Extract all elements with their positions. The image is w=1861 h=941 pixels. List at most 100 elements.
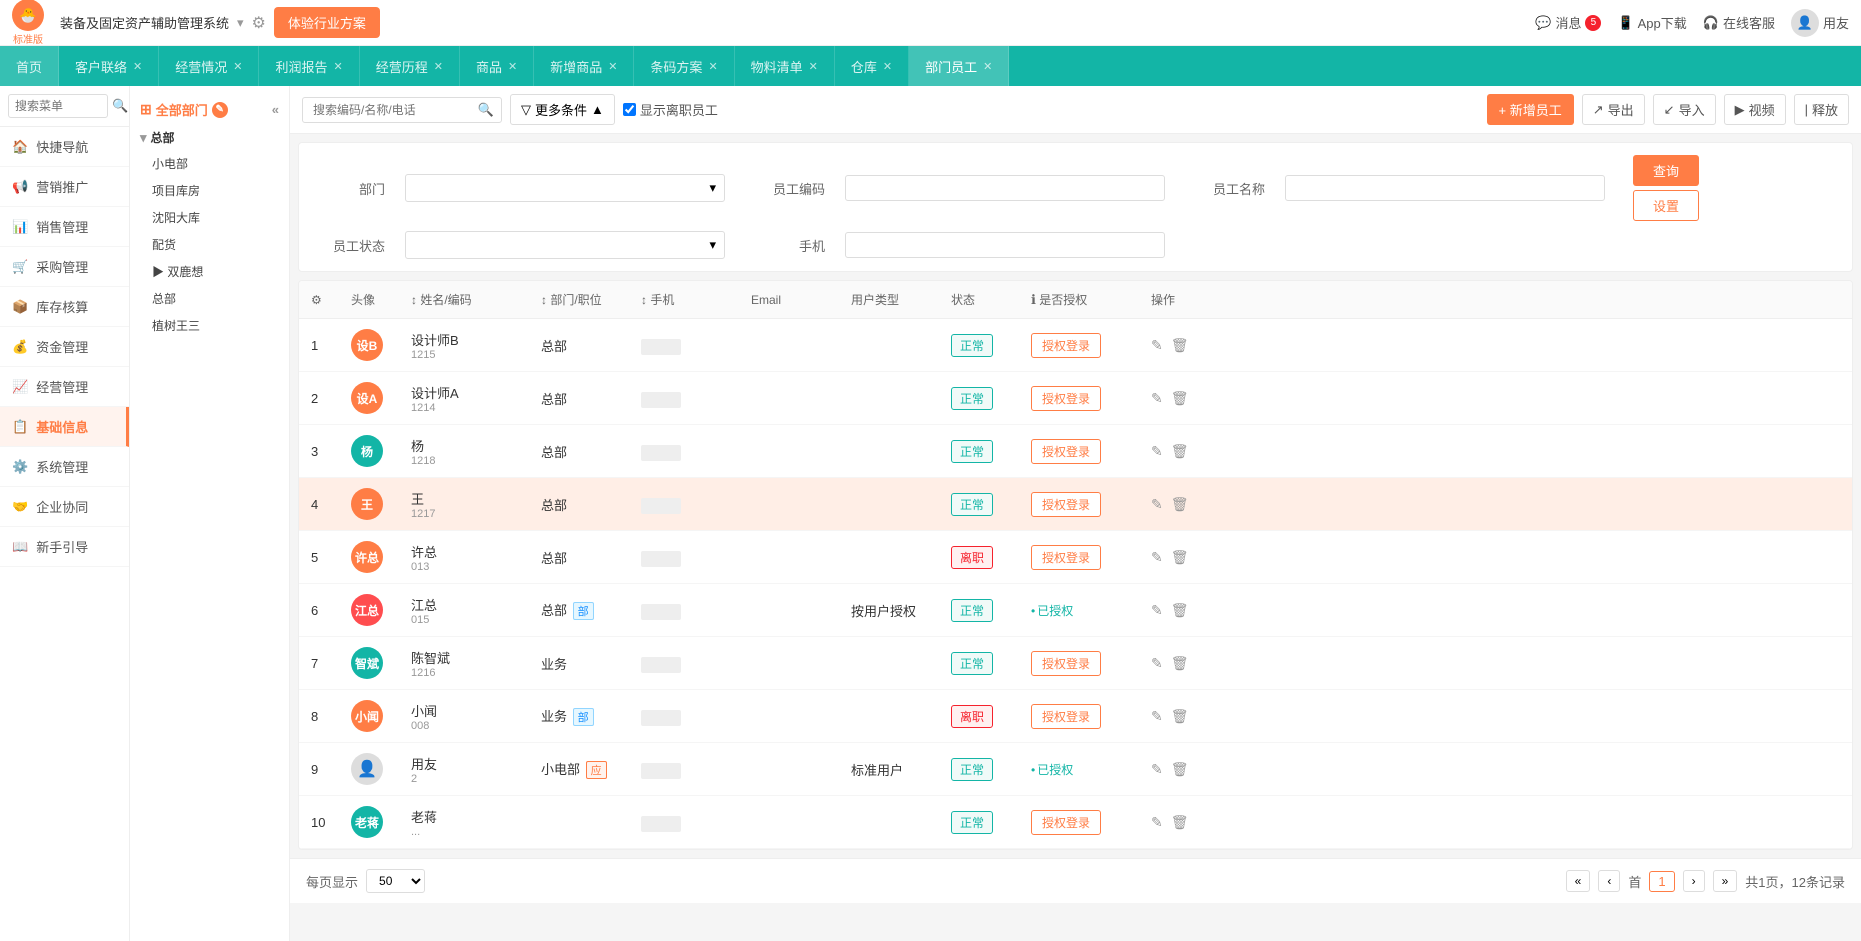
authorize-btn[interactable]: 授权登录 bbox=[1031, 439, 1101, 464]
collapse-panel-btn[interactable]: « bbox=[272, 102, 279, 117]
sidebar-item-finance[interactable]: 💰 资金管理 bbox=[0, 327, 129, 367]
tab-customer-close[interactable]: ✕ bbox=[133, 60, 142, 73]
employee-name-input[interactable] bbox=[1285, 175, 1605, 201]
delete-icon[interactable]: 🗑 bbox=[1171, 443, 1189, 460]
edit-icon[interactable]: ✎ bbox=[1151, 549, 1163, 566]
tab-profit[interactable]: 利润报告✕ bbox=[259, 46, 359, 86]
edit-icon[interactable]: ✎ bbox=[1151, 708, 1163, 725]
delete-icon[interactable]: 🗑 bbox=[1171, 390, 1189, 407]
th-name[interactable]: ↕ 姓名/编码 bbox=[399, 281, 529, 319]
sidebar-item-quick-nav[interactable]: 🏠 快捷导航 bbox=[0, 127, 129, 167]
phone-input[interactable] bbox=[845, 232, 1165, 258]
next-page-btn[interactable]: › bbox=[1683, 870, 1705, 892]
more-conditions-btn[interactable]: ▽ 更多条件 ▲ bbox=[510, 94, 615, 125]
show-resigned-label[interactable]: 显示离职员工 bbox=[623, 100, 718, 119]
tab-customer[interactable]: 客户联络✕ bbox=[59, 46, 159, 86]
sidebar-search-input[interactable] bbox=[8, 94, 108, 118]
delete-icon[interactable]: 🗑 bbox=[1171, 708, 1189, 725]
tab-barcode-close[interactable]: ✕ bbox=[708, 60, 717, 73]
tab-history[interactable]: 经营历程✕ bbox=[360, 46, 460, 86]
sidebar-item-purchase[interactable]: 🛒 采购管理 bbox=[0, 247, 129, 287]
tab-home[interactable]: 首页 bbox=[0, 46, 59, 86]
video-btn[interactable]: ▶ 视频 bbox=[1724, 94, 1786, 125]
edit-icon[interactable]: ✎ bbox=[1151, 814, 1163, 831]
dept-item-xiaodian[interactable]: 小电部 bbox=[130, 150, 289, 177]
tab-employees[interactable]: 部门员工✕ bbox=[909, 46, 1009, 86]
tab-warehouse[interactable]: 仓库✕ bbox=[835, 46, 909, 86]
page-size-select[interactable]: 50 20 100 bbox=[366, 869, 425, 893]
authorize-btn[interactable]: 授权登录 bbox=[1031, 492, 1101, 517]
sidebar-item-operations[interactable]: 📈 经营管理 bbox=[0, 367, 129, 407]
tab-warehouse-close[interactable]: ✕ bbox=[883, 60, 892, 73]
delete-icon[interactable]: 🗑 bbox=[1171, 655, 1189, 672]
last-page-btn[interactable]: » bbox=[1713, 870, 1738, 892]
tab-bom[interactable]: 物料清单✕ bbox=[735, 46, 835, 86]
dept-item-shuanglu[interactable]: ▶ 双鹿想 bbox=[130, 258, 289, 285]
delete-icon[interactable]: 🗑 bbox=[1171, 549, 1189, 566]
authorize-btn[interactable]: 授权登录 bbox=[1031, 704, 1101, 729]
online-service-item[interactable]: 🎧 在线客服 bbox=[1703, 13, 1775, 32]
dropdown-icon[interactable]: ▾ bbox=[237, 15, 244, 31]
current-page[interactable]: 1 bbox=[1649, 871, 1674, 892]
import-btn[interactable]: ↙ 导入 bbox=[1653, 94, 1716, 125]
tab-goods-close[interactable]: ✕ bbox=[508, 60, 517, 73]
edit-icon[interactable]: ✎ bbox=[1151, 390, 1163, 407]
tab-history-close[interactable]: ✕ bbox=[434, 60, 443, 73]
employee-code-input[interactable] bbox=[845, 175, 1165, 201]
dept-item-zongbu[interactable]: 总部 bbox=[130, 285, 289, 312]
authorize-btn[interactable]: 授权登录 bbox=[1031, 545, 1101, 570]
sidebar-item-basic-info[interactable]: 📋 基础信息 bbox=[0, 407, 129, 447]
edit-icon[interactable]: ✎ bbox=[1151, 337, 1163, 354]
tab-operation[interactable]: 经营情况✕ bbox=[159, 46, 259, 86]
app-download-item[interactable]: 📱 App下载 bbox=[1617, 13, 1686, 32]
employee-status-select[interactable]: ▾ bbox=[405, 231, 725, 259]
sidebar-item-inventory[interactable]: 📦 库存核算 bbox=[0, 287, 129, 327]
sidebar-item-guide[interactable]: 📖 新手引导 bbox=[0, 527, 129, 567]
edit-icon[interactable]: ✎ bbox=[1151, 761, 1163, 778]
prev-page-btn[interactable]: ‹ bbox=[1598, 870, 1620, 892]
tab-operation-close[interactable]: ✕ bbox=[233, 60, 242, 73]
authorize-btn[interactable]: 授权登录 bbox=[1031, 333, 1101, 358]
export-btn[interactable]: ↗ 导出 bbox=[1582, 94, 1645, 125]
delete-icon[interactable]: 🗑 bbox=[1171, 814, 1189, 831]
tab-goods[interactable]: 商品✕ bbox=[460, 46, 534, 86]
edit-icon[interactable]: ✎ bbox=[1151, 655, 1163, 672]
sidebar-item-system[interactable]: ⚙️ 系统管理 bbox=[0, 447, 129, 487]
authorize-btn[interactable]: 授权登录 bbox=[1031, 651, 1101, 676]
trial-button[interactable]: 体验行业方案 bbox=[274, 7, 380, 38]
delete-icon[interactable]: 🗑 bbox=[1171, 761, 1189, 778]
sidebar-item-sales[interactable]: 📊 销售管理 bbox=[0, 207, 129, 247]
edit-dept-icon[interactable]: ✎ bbox=[212, 102, 228, 118]
th-dept[interactable]: ↕ 部门/职位 bbox=[529, 281, 629, 319]
tab-employees-close[interactable]: ✕ bbox=[983, 60, 992, 73]
tab-profit-close[interactable]: ✕ bbox=[334, 60, 343, 73]
edit-icon[interactable]: ✎ bbox=[1151, 496, 1163, 513]
user-item[interactable]: 👤 用友 bbox=[1791, 9, 1849, 37]
employee-search-input[interactable] bbox=[302, 97, 502, 123]
show-resigned-checkbox[interactable] bbox=[623, 103, 636, 116]
add-employee-btn[interactable]: + 新增员工 bbox=[1487, 94, 1574, 125]
tab-bom-close[interactable]: ✕ bbox=[809, 60, 818, 73]
dept-select[interactable]: ▾ bbox=[405, 174, 725, 202]
tab-new-goods[interactable]: 新增商品✕ bbox=[534, 46, 634, 86]
delete-icon[interactable]: 🗑 bbox=[1171, 337, 1189, 354]
gear-icon[interactable]: ⚙ bbox=[252, 13, 266, 33]
tab-new-goods-close[interactable]: ✕ bbox=[608, 60, 617, 73]
delete-icon[interactable]: 🗑 bbox=[1171, 602, 1189, 619]
sidebar-item-marketing[interactable]: 📢 营销推广 bbox=[0, 167, 129, 207]
authorize-btn[interactable]: 授权登录 bbox=[1031, 810, 1101, 835]
dept-section-head[interactable]: ▾总部 bbox=[130, 125, 289, 150]
authorize-btn[interactable]: 授权登录 bbox=[1031, 386, 1101, 411]
th-phone[interactable]: ↕ 手机 bbox=[629, 281, 739, 319]
search-btn[interactable]: 查询 bbox=[1633, 155, 1699, 186]
delete-icon[interactable]: 🗑 bbox=[1171, 496, 1189, 513]
dept-item-distribution[interactable]: 配货 bbox=[130, 231, 289, 258]
dept-item-zhishu[interactable]: 植树王三 bbox=[130, 312, 289, 339]
edit-icon[interactable]: ✎ bbox=[1151, 602, 1163, 619]
dept-item-project[interactable]: 项目库房 bbox=[130, 177, 289, 204]
reset-btn[interactable]: 设置 bbox=[1633, 190, 1699, 221]
dept-item-shenyang[interactable]: 沈阳大库 bbox=[130, 204, 289, 231]
first-page-btn[interactable]: « bbox=[1566, 870, 1591, 892]
sidebar-item-enterprise[interactable]: 🤝 企业协同 bbox=[0, 487, 129, 527]
message-item[interactable]: 💬 消息 5 bbox=[1535, 13, 1601, 32]
